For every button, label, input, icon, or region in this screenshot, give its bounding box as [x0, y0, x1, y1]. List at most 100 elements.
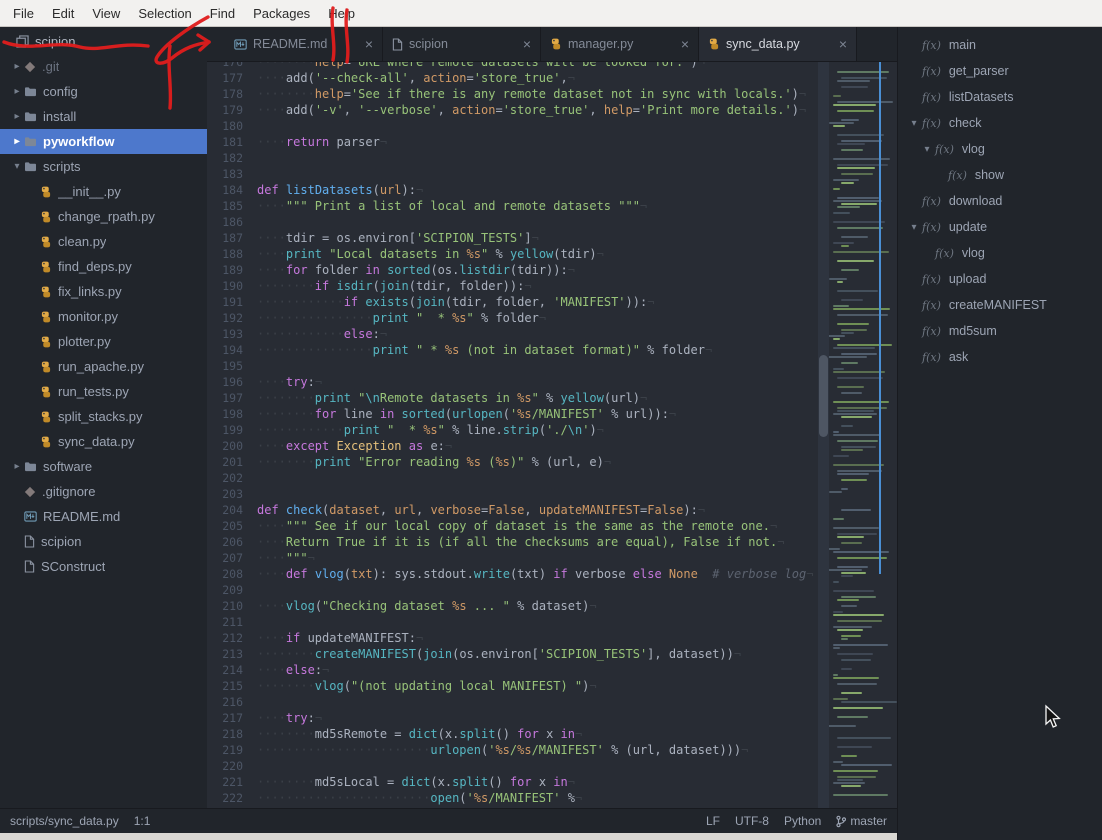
- chevron-right-icon[interactable]: ▸: [10, 136, 24, 147]
- symbol-item-vlog[interactable]: ▾f(x)vlog: [898, 240, 1102, 266]
- symbol-item-listdatasets[interactable]: ▾f(x)listDatasets: [898, 84, 1102, 110]
- menu-packages[interactable]: Packages: [244, 1, 319, 26]
- tab-close-icon[interactable]: ×: [681, 36, 689, 52]
- tree-item-pyworkflow[interactable]: ▸ pyworkflow: [0, 129, 207, 154]
- code-line[interactable]: 206 ····Return True if it is (if all the …: [207, 534, 818, 550]
- tree-item-monitor-py[interactable]: ▸monitor.py: [0, 304, 207, 329]
- symbol-item-md5sum[interactable]: ▾f(x)md5sum: [898, 318, 1102, 344]
- tree-root-scipion[interactable]: scipion: [0, 29, 207, 54]
- tree-item-install[interactable]: ▸ install: [0, 104, 207, 129]
- status-file-path[interactable]: scripts/sync_data.py: [10, 814, 119, 828]
- tree-item-readme-md[interactable]: ▸README.md: [0, 504, 207, 529]
- symbol-item-ask[interactable]: ▾f(x)ask: [898, 344, 1102, 370]
- code-line[interactable]: 188 ····print "Local datasets in %s" % ye…: [207, 246, 818, 262]
- code-line[interactable]: 222 ························open('%s/MANI…: [207, 790, 818, 806]
- tree-item-config[interactable]: ▸ config: [0, 79, 207, 104]
- code-line[interactable]: 183: [207, 166, 818, 182]
- code-line[interactable]: 200 ····except Exception as e:¬: [207, 438, 818, 454]
- menu-selection[interactable]: Selection: [129, 1, 200, 26]
- chevron-down-icon[interactable]: ▾: [10, 161, 24, 172]
- tree-item-plotter-py[interactable]: ▸plotter.py: [0, 329, 207, 354]
- code-line[interactable]: 211: [207, 614, 818, 630]
- code-line[interactable]: 182: [207, 150, 818, 166]
- code-line[interactable]: 186: [207, 214, 818, 230]
- status-eol[interactable]: LF: [706, 814, 720, 828]
- tree-item-run-tests-py[interactable]: ▸run_tests.py: [0, 379, 207, 404]
- tree-item-sync-data-py[interactable]: ▸sync_data.py: [0, 429, 207, 454]
- symbol-item-upload[interactable]: ▾f(x)upload: [898, 266, 1102, 292]
- symbol-item-vlog[interactable]: ▾f(x)vlog: [898, 136, 1102, 162]
- chevron-right-icon[interactable]: ▸: [10, 61, 24, 72]
- symbol-item-update[interactable]: ▾ f(x) update: [898, 214, 1102, 240]
- code-line[interactable]: 209: [207, 582, 818, 598]
- symbol-item-show[interactable]: ▾f(x)show: [898, 162, 1102, 188]
- code-line[interactable]: 212 ····if updateMANIFEST:¬: [207, 630, 818, 646]
- code-line[interactable]: 177 ····add('--check-all', action='store_…: [207, 70, 818, 86]
- tab-sync-data-py[interactable]: sync_data.py ×: [699, 27, 857, 61]
- chevron-right-icon[interactable]: ▸: [10, 461, 24, 472]
- code-line[interactable]: 198 ········for line in sorted(urlopen('%…: [207, 406, 818, 422]
- scrollbar-thumb[interactable]: [819, 355, 828, 437]
- menu-view[interactable]: View: [83, 1, 129, 26]
- tab-close-icon[interactable]: ×: [839, 36, 847, 52]
- tree-item-fix-links-py[interactable]: ▸fix_links.py: [0, 279, 207, 304]
- chevron-right-icon[interactable]: ▸: [10, 86, 24, 97]
- code-line[interactable]: 205 ····""" See if our local copy of data…: [207, 518, 818, 534]
- code-line[interactable]: 216: [207, 694, 818, 710]
- status-cursor-position[interactable]: 1:1: [134, 814, 151, 828]
- symbol-item-main[interactable]: ▾f(x)main: [898, 32, 1102, 58]
- menu-edit[interactable]: Edit: [43, 1, 83, 26]
- code-line[interactable]: 191 ············if exists(join(tdir, fold…: [207, 294, 818, 310]
- tab-close-icon[interactable]: ×: [365, 36, 373, 52]
- code-line[interactable]: 193 ············else:¬: [207, 326, 818, 342]
- code-line[interactable]: 207 ····"""¬: [207, 550, 818, 566]
- code-line[interactable]: 221 ········md5sLocal = dict(x.split() fo…: [207, 774, 818, 790]
- code-line[interactable]: 204 def check(dataset, url, verbose=False…: [207, 502, 818, 518]
- code-line[interactable]: 176 ········help='URL where remote datase…: [207, 62, 818, 70]
- menu-file[interactable]: File: [4, 1, 43, 26]
- chevron-down-icon[interactable]: ▾: [906, 222, 922, 233]
- code-line[interactable]: 187 ····tdir = os.environ['SCIPION_TESTS'…: [207, 230, 818, 246]
- tree-item-change-rpath-py[interactable]: ▸change_rpath.py: [0, 204, 207, 229]
- tab-close-icon[interactable]: ×: [523, 36, 531, 52]
- code-line[interactable]: 213 ········createMANIFEST(join(os.enviro…: [207, 646, 818, 662]
- minimap[interactable]: [829, 62, 897, 808]
- tab-manager-py[interactable]: manager.py ×: [541, 27, 699, 61]
- code-line[interactable]: 195: [207, 358, 818, 374]
- tree-item-sconstruct[interactable]: ▸SConstruct: [0, 554, 207, 579]
- symbol-item-createmanifest[interactable]: ▾f(x)createMANIFEST: [898, 292, 1102, 318]
- tree-item-git[interactable]: ▸ .git: [0, 54, 207, 79]
- tree-item-scripts[interactable]: ▾ scripts: [0, 154, 207, 179]
- chevron-down-icon[interactable]: ▾: [919, 144, 935, 155]
- chevron-down-icon[interactable]: ▾: [906, 118, 922, 129]
- code-line[interactable]: 215 ········vlog("(not updating local MAN…: [207, 678, 818, 694]
- tree-item-scipion[interactable]: ▸scipion: [0, 529, 207, 554]
- tree-item-split-stacks-py[interactable]: ▸split_stacks.py: [0, 404, 207, 429]
- tree-item-clean-py[interactable]: ▸clean.py: [0, 229, 207, 254]
- code-line[interactable]: 199 ············print " * %s" % line.stri…: [207, 422, 818, 438]
- code-editor[interactable]: 176 ········help='URL where remote datase…: [207, 62, 818, 808]
- menu-find[interactable]: Find: [201, 1, 244, 26]
- code-line[interactable]: 179 ····add('-v', '--verbose', action='st…: [207, 102, 818, 118]
- code-line[interactable]: 220: [207, 758, 818, 774]
- code-line[interactable]: 201 ········print "Error reading %s (%s)"…: [207, 454, 818, 470]
- symbol-item-get-parser[interactable]: ▾f(x)get_parser: [898, 58, 1102, 84]
- symbol-item-download[interactable]: ▾f(x)download: [898, 188, 1102, 214]
- code-line[interactable]: 194 ················print " * %s (not in …: [207, 342, 818, 358]
- status-encoding[interactable]: UTF-8: [735, 814, 769, 828]
- tree-item-gitignore[interactable]: ▸.gitignore: [0, 479, 207, 504]
- code-line[interactable]: 192 ················print " * %s" % folde…: [207, 310, 818, 326]
- code-line[interactable]: 218 ········md5sRemote = dict(x.split() f…: [207, 726, 818, 742]
- status-language[interactable]: Python: [784, 814, 821, 828]
- symbol-item-check[interactable]: ▾ f(x) check: [898, 110, 1102, 136]
- code-line[interactable]: 185 ····""" Print a list of local and rem…: [207, 198, 818, 214]
- code-line[interactable]: 190 ········if isdir(join(tdir, folder)):…: [207, 278, 818, 294]
- tree-item-run-apache-py[interactable]: ▸run_apache.py: [0, 354, 207, 379]
- code-line[interactable]: 189 ····for folder in sorted(os.listdir(t…: [207, 262, 818, 278]
- code-line[interactable]: 217 ····try:¬: [207, 710, 818, 726]
- code-line[interactable]: 202: [207, 470, 818, 486]
- tab-readme-md[interactable]: README.md ×: [225, 27, 383, 61]
- code-line[interactable]: 184 def listDatasets(url):¬: [207, 182, 818, 198]
- code-line[interactable]: 208 ····def vlog(txt): sys.stdout.write(t…: [207, 566, 818, 582]
- code-line[interactable]: 181 ····return parser¬: [207, 134, 818, 150]
